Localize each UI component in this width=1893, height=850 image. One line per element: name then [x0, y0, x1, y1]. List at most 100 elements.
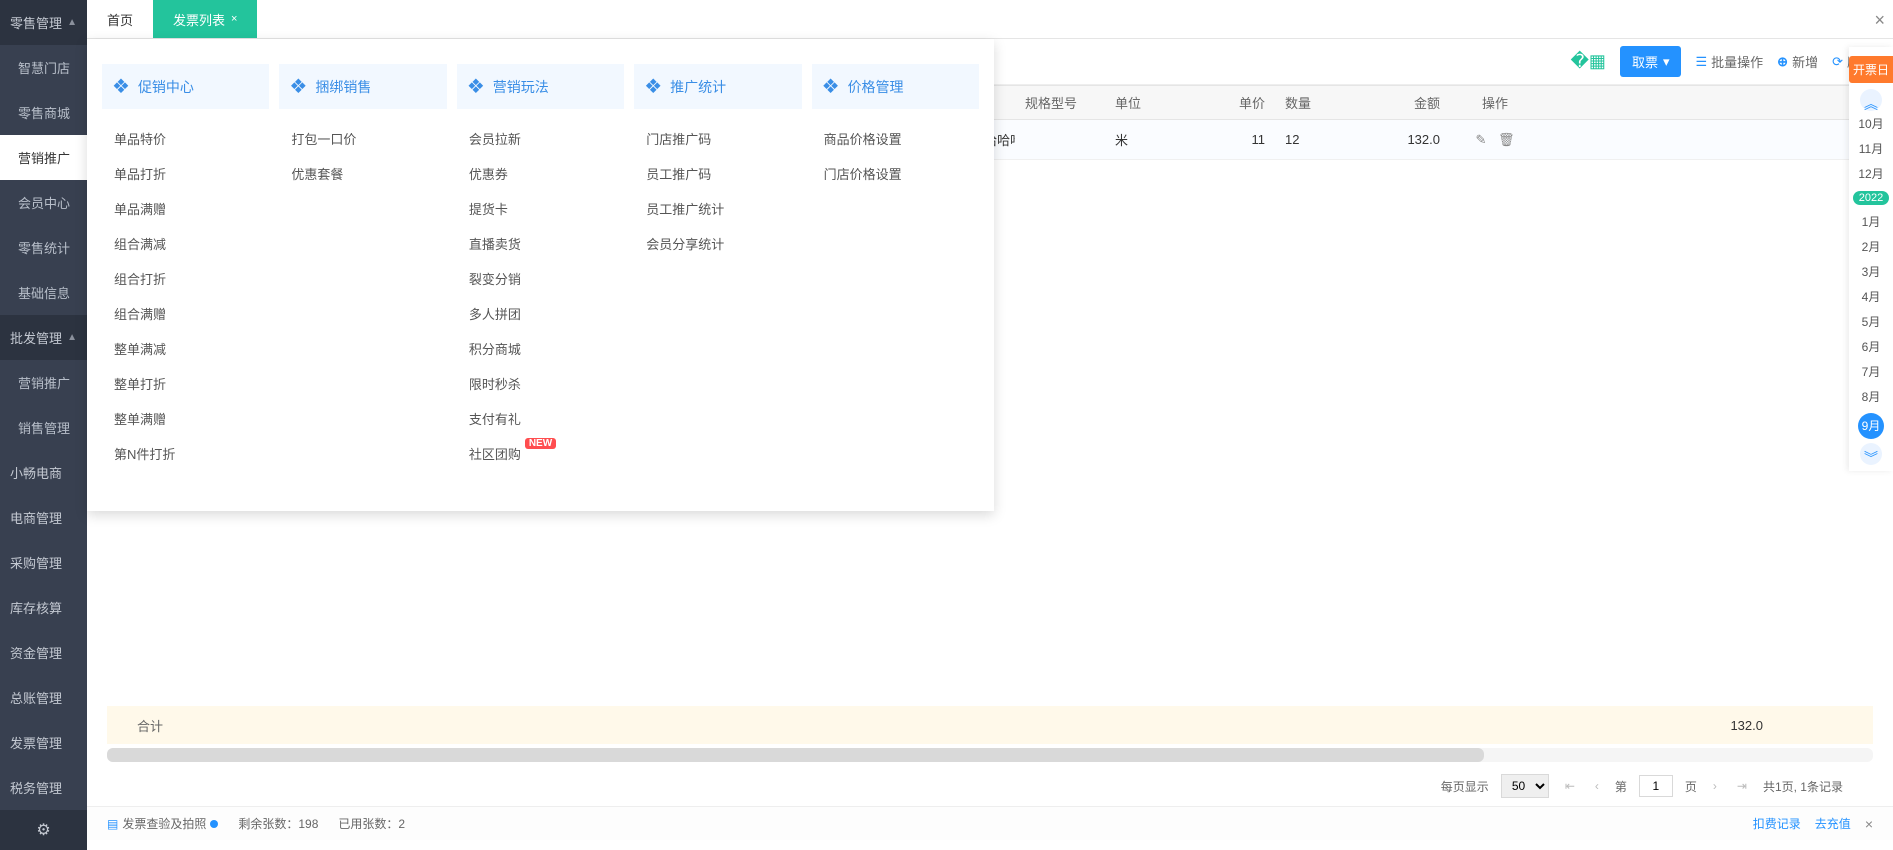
timeline-year[interactable]: 2022: [1849, 186, 1893, 209]
horizontal-scrollbar[interactable]: [107, 748, 1873, 762]
sidebar-item-ecommerce[interactable]: 小畅电商: [0, 450, 87, 495]
mega-item[interactable]: 提货卡: [457, 191, 624, 226]
sidebar-item-purchase[interactable]: 采购管理: [0, 540, 87, 585]
mega-item[interactable]: 组合满减: [102, 226, 269, 261]
tab-home[interactable]: 首页: [87, 0, 153, 38]
sidebar-item-marketing2[interactable]: 营销推广: [0, 360, 87, 405]
scrollbar-thumb[interactable]: [107, 748, 1484, 762]
mega-item[interactable]: 商品价格设置: [812, 121, 979, 156]
main-content: 首页 发票列表 × × ❖促销中心 单品特价 单品打折 单品满赠 组合满减 组合…: [87, 0, 1893, 840]
status-close-icon[interactable]: ×: [1865, 816, 1873, 832]
sidebar-item-invoice[interactable]: 发票管理: [0, 720, 87, 765]
timeline-month-active[interactable]: 9月: [1849, 409, 1893, 443]
timeline-month[interactable]: 2月: [1849, 234, 1893, 259]
mega-item[interactable]: 积分商城: [457, 331, 624, 366]
timeline-month[interactable]: 11月: [1849, 136, 1893, 161]
mega-col-play: ❖营销玩法 会员拉新 优惠券 提货卡 直播卖货 裂变分销 多人拼团 积分商城 限…: [457, 64, 624, 471]
mega-item[interactable]: 组合打折: [102, 261, 269, 296]
new-badge: NEW: [525, 438, 556, 449]
mega-item[interactable]: 第N件打折: [102, 436, 269, 471]
tab-label: 首页: [107, 10, 133, 29]
recharge-link[interactable]: 去充值: [1815, 815, 1851, 832]
mega-item[interactable]: 优惠套餐: [279, 156, 446, 191]
close-icon[interactable]: ×: [231, 13, 237, 25]
mega-item[interactable]: 会员分享统计: [634, 226, 801, 261]
mega-item[interactable]: 整单打折: [102, 366, 269, 401]
mega-item[interactable]: 组合满赠: [102, 296, 269, 331]
mega-item[interactable]: 单品打折: [102, 156, 269, 191]
sidebar-item-smart-store[interactable]: 智慧门店: [0, 45, 87, 90]
tabs-close-all-icon[interactable]: ×: [1874, 10, 1885, 31]
sidebar-group-wholesale[interactable]: 批发管理 ▲: [0, 315, 87, 360]
mega-item[interactable]: 整单满赠: [102, 401, 269, 436]
page-last-icon[interactable]: ⇥: [1733, 779, 1751, 793]
page-input[interactable]: [1639, 775, 1673, 797]
mega-item[interactable]: 门店推广码: [634, 121, 801, 156]
sidebar-item-label: 资金管理: [10, 643, 62, 662]
delete-icon[interactable]: 🗑: [1498, 132, 1515, 147]
mega-item-community[interactable]: 社区团购NEW: [457, 436, 624, 471]
timeline-month[interactable]: 7月: [1849, 359, 1893, 384]
tab-invoice-list[interactable]: 发票列表 ×: [153, 0, 257, 38]
page-prefix: 第: [1615, 778, 1627, 795]
sidebar-item-label: 总账管理: [10, 688, 62, 707]
mega-item[interactable]: 优惠券: [457, 156, 624, 191]
edit-icon[interactable]: ✎: [1475, 132, 1486, 147]
page-prev-icon[interactable]: ‹: [1591, 779, 1603, 793]
sidebar-item-inventory[interactable]: 库存核算: [0, 585, 87, 630]
mega-item[interactable]: 门店价格设置: [812, 156, 979, 191]
sidebar-item-ecom-mgmt[interactable]: 电商管理: [0, 495, 87, 540]
invoice-verify-link[interactable]: ▤发票查验及拍照: [107, 815, 218, 832]
mega-item[interactable]: 会员拉新: [457, 121, 624, 156]
timeline-month[interactable]: 10月: [1849, 111, 1893, 136]
sidebar-item-tax[interactable]: 税务管理: [0, 765, 87, 810]
mega-item[interactable]: 员工推广码: [634, 156, 801, 191]
timeline-month[interactable]: 5月: [1849, 309, 1893, 334]
timeline-month[interactable]: 12月: [1849, 161, 1893, 186]
timeline-down-icon[interactable]: ︾: [1860, 443, 1882, 465]
timeline-month[interactable]: 4月: [1849, 284, 1893, 309]
mega-item[interactable]: 单品满赠: [102, 191, 269, 226]
mega-item[interactable]: 直播卖货: [457, 226, 624, 261]
mega-item[interactable]: 支付有礼: [457, 401, 624, 436]
batch-action-button[interactable]: ☰批量操作: [1695, 52, 1763, 71]
timeline-month[interactable]: 1月: [1849, 209, 1893, 234]
invoice-date-button[interactable]: 开票日: [1849, 56, 1893, 83]
timeline-up-icon[interactable]: ︽: [1860, 89, 1882, 111]
chevron-down-icon: ▾: [1663, 54, 1670, 70]
mega-item[interactable]: 单品特价: [102, 121, 269, 156]
sidebar-item-ledger[interactable]: 总账管理: [0, 675, 87, 720]
timeline-year-badge: 2022: [1853, 191, 1889, 205]
mega-heading-label: 促销中心: [138, 77, 194, 97]
sidebar-item-funds[interactable]: 资金管理: [0, 630, 87, 675]
mega-item[interactable]: 限时秒杀: [457, 366, 624, 401]
table-footer: 合计 132.0: [107, 706, 1873, 744]
deduct-log-link[interactable]: 扣费记录: [1753, 815, 1801, 832]
per-page-select[interactable]: 50: [1501, 774, 1549, 798]
mega-item[interactable]: 员工推广统计: [634, 191, 801, 226]
settings-gear-icon[interactable]: ⚙: [0, 810, 87, 850]
mega-item[interactable]: 整单满减: [102, 331, 269, 366]
timeline-month[interactable]: 8月: [1849, 384, 1893, 409]
page-first-icon[interactable]: ⇤: [1561, 779, 1579, 793]
sidebar-item-basic-info[interactable]: 基础信息: [0, 270, 87, 315]
th-op: 操作: [1450, 93, 1540, 112]
mega-item[interactable]: 裂变分销: [457, 261, 624, 296]
timeline-month[interactable]: 6月: [1849, 334, 1893, 359]
sidebar-item-member-center[interactable]: 会员中心: [0, 180, 87, 225]
timeline-month[interactable]: 3月: [1849, 259, 1893, 284]
sidebar-item-marketing[interactable]: 营销推广: [0, 135, 87, 180]
chevron-up-icon: ▲: [67, 332, 77, 343]
footer-total-amount: 132.0: [1730, 718, 1873, 733]
add-button[interactable]: ⊕新增: [1777, 52, 1818, 71]
qr-icon[interactable]: �▦: [1570, 51, 1605, 72]
sidebar-group-retail[interactable]: 零售管理 ▲: [0, 0, 87, 45]
sidebar-item-sales-mgmt[interactable]: 销售管理: [0, 405, 87, 450]
mega-item[interactable]: 打包一口价: [279, 121, 446, 156]
sidebar-item-retail-stats[interactable]: 零售统计: [0, 225, 87, 270]
get-invoice-button[interactable]: 取票 ▾: [1620, 46, 1682, 77]
sidebar-item-label: 智慧门店: [18, 58, 70, 77]
mega-item[interactable]: 多人拼团: [457, 296, 624, 331]
sidebar-item-retail-mall[interactable]: 零售商城: [0, 90, 87, 135]
page-next-icon[interactable]: ›: [1709, 779, 1721, 793]
